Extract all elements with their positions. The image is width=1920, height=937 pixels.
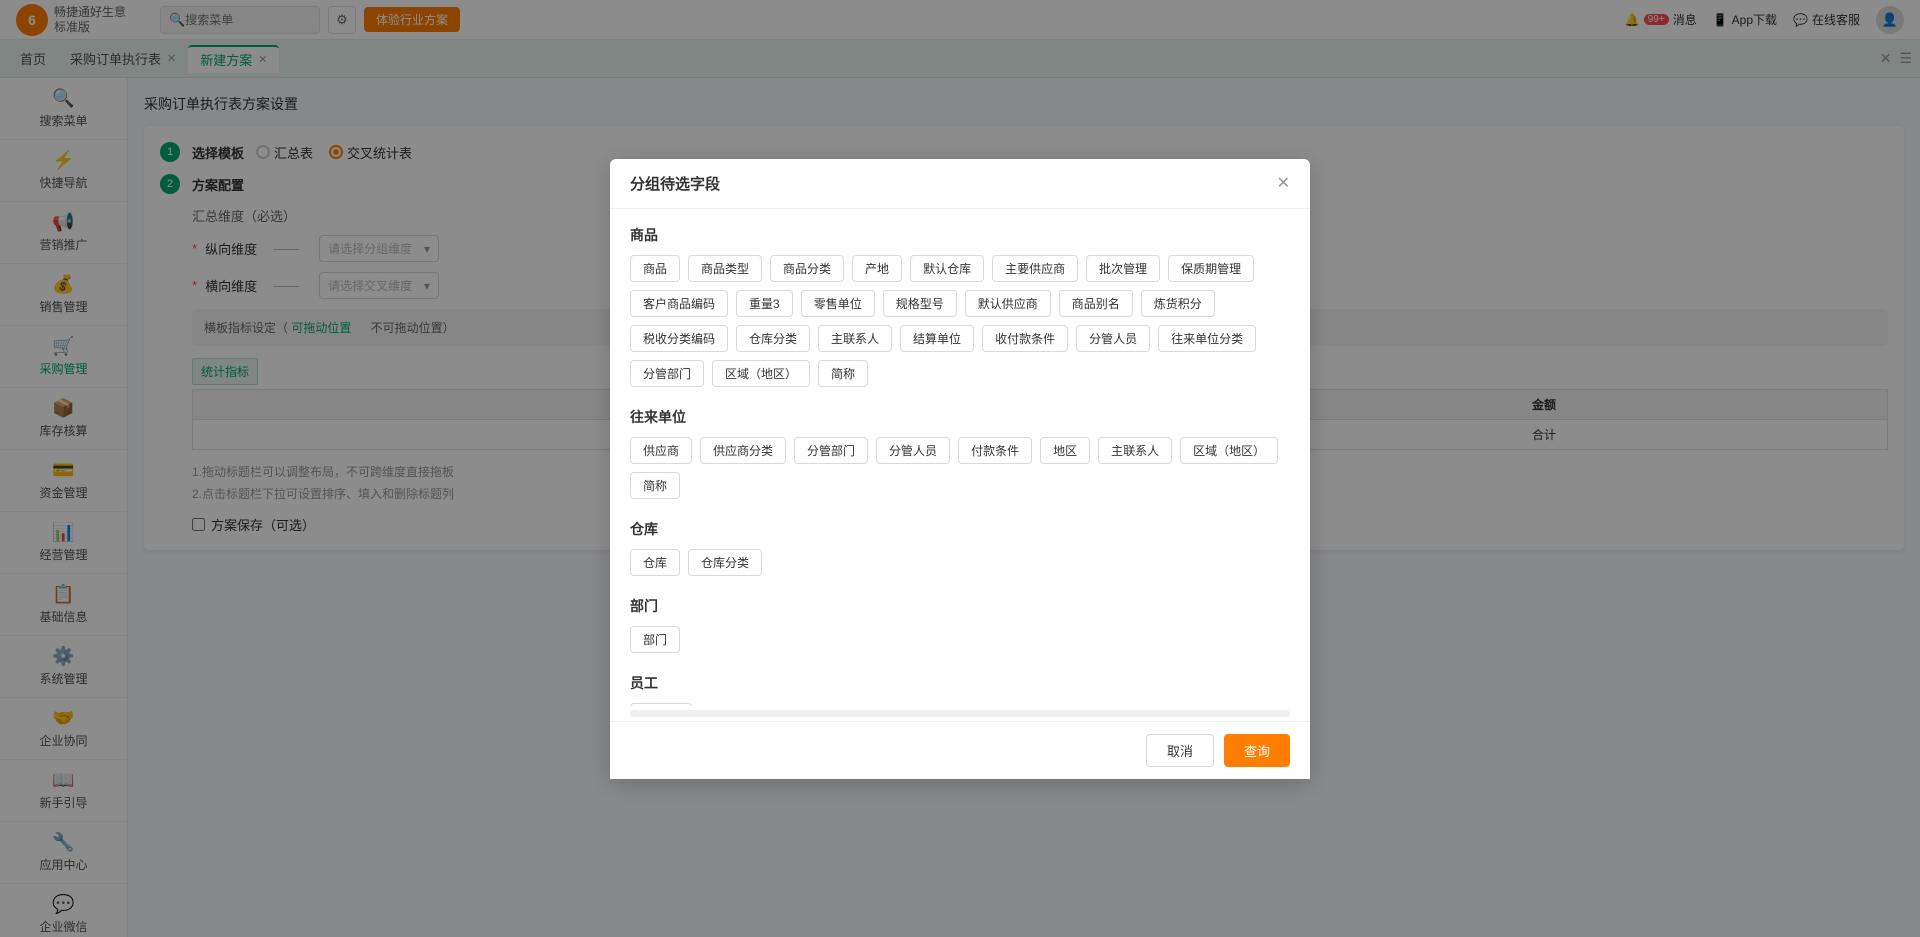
tag-warehouse[interactable]: 仓库 [630, 549, 680, 576]
tag-goods[interactable]: 商品 [630, 255, 680, 282]
modal-overlay[interactable]: 分组待选字段 ✕ 商品 商品 商品类型 商品分类 产地 默认仓库 主要供应商 批… [0, 0, 1920, 937]
tag-refine-points[interactable]: 炼货积分 [1141, 290, 1215, 317]
tag-sales-rep[interactable]: 业务员 [630, 703, 692, 707]
dept-tag-grid: 部门 [630, 626, 1290, 653]
modal-footer: 取消 查询 [610, 721, 1310, 779]
tag-batch-mgmt[interactable]: 批次管理 [1086, 255, 1160, 282]
modal-scrollbar-x[interactable] [630, 710, 1290, 716]
cancel-button[interactable]: 取消 [1146, 734, 1214, 767]
warehouse-section-title: 仓库 [630, 519, 1290, 539]
tag-person-manage[interactable]: 分管人员 [876, 437, 950, 464]
partner-section-title: 往来单位 [630, 407, 1290, 427]
modal-title: 分组待选字段 [630, 173, 720, 194]
tag-weight3[interactable]: 重量3 [736, 290, 793, 317]
modal: 分组待选字段 ✕ 商品 商品 商品类型 商品分类 产地 默认仓库 主要供应商 批… [610, 159, 1310, 779]
tag-region-area[interactable]: 区域（地区） [1180, 437, 1278, 464]
tag-region-partner[interactable]: 地区 [1040, 437, 1090, 464]
modal-close-button[interactable]: ✕ [1277, 173, 1290, 193]
tag-dept-supervisor[interactable]: 分管部门 [630, 360, 704, 387]
tag-main-supplier[interactable]: 主要供应商 [992, 255, 1078, 282]
modal-section-goods: 商品 商品 商品类型 商品分类 产地 默认仓库 主要供应商 批次管理 保质期管理… [630, 225, 1290, 387]
tag-region-goods[interactable]: 区域（地区） [712, 360, 810, 387]
tag-main-contact[interactable]: 主联系人 [818, 325, 892, 352]
tag-default-supplier[interactable]: 默认供应商 [965, 290, 1051, 317]
employee-tag-grid: 业务员 [630, 703, 1290, 707]
partner-tag-grid: 供应商 供应商分类 分管部门 分管人员 付款条件 地区 主联系人 区域（地区） … [630, 437, 1290, 499]
goods-section-title: 商品 [630, 225, 1290, 245]
modal-section-employee: 员工 业务员 [630, 673, 1290, 707]
tag-origin[interactable]: 产地 [852, 255, 902, 282]
tag-abbr-partner[interactable]: 简称 [630, 472, 680, 499]
modal-section-warehouse: 仓库 仓库 仓库分类 [630, 519, 1290, 576]
confirm-button[interactable]: 查询 [1224, 734, 1290, 767]
tag-payment-terms[interactable]: 收付款条件 [982, 325, 1068, 352]
tag-dept-manage[interactable]: 分管部门 [794, 437, 868, 464]
tag-customer-code[interactable]: 客户商品编码 [630, 290, 728, 317]
tag-expiry-mgmt[interactable]: 保质期管理 [1168, 255, 1254, 282]
modal-section-partner: 往来单位 供应商 供应商分类 分管部门 分管人员 付款条件 地区 主联系人 区域… [630, 407, 1290, 499]
warehouse-tag-grid: 仓库 仓库分类 [630, 549, 1290, 576]
employee-section-title: 员工 [630, 673, 1290, 693]
modal-body: 商品 商品 商品类型 商品分类 产地 默认仓库 主要供应商 批次管理 保质期管理… [610, 209, 1310, 707]
tag-main-contact2[interactable]: 主联系人 [1098, 437, 1172, 464]
tag-dept[interactable]: 部门 [630, 626, 680, 653]
modal-header: 分组待选字段 ✕ [610, 159, 1310, 209]
tag-payment-condition[interactable]: 付款条件 [958, 437, 1032, 464]
goods-tag-grid: 商品 商品类型 商品分类 产地 默认仓库 主要供应商 批次管理 保质期管理 客户… [630, 255, 1290, 387]
tag-supplier-category[interactable]: 供应商分类 [700, 437, 786, 464]
tag-supplier[interactable]: 供应商 [630, 437, 692, 464]
tag-spec-model[interactable]: 规格型号 [883, 290, 957, 317]
tag-supervisor[interactable]: 分管人员 [1076, 325, 1150, 352]
tag-tax-code[interactable]: 税收分类编码 [630, 325, 728, 352]
tag-warehouse-type[interactable]: 仓库分类 [688, 549, 762, 576]
tag-retail-unit[interactable]: 零售单位 [801, 290, 875, 317]
tag-goods-category[interactable]: 商品分类 [770, 255, 844, 282]
tag-abbr-goods[interactable]: 简称 [818, 360, 868, 387]
tag-goods-type[interactable]: 商品类型 [688, 255, 762, 282]
tag-settlement-unit[interactable]: 结算单位 [900, 325, 974, 352]
tag-partner-category[interactable]: 往来单位分类 [1158, 325, 1256, 352]
tag-default-warehouse[interactable]: 默认仓库 [910, 255, 984, 282]
tag-goods-alias[interactable]: 商品别名 [1059, 290, 1133, 317]
tag-warehouse-category[interactable]: 仓库分类 [736, 325, 810, 352]
modal-section-dept: 部门 部门 [630, 596, 1290, 653]
dept-section-title: 部门 [630, 596, 1290, 616]
